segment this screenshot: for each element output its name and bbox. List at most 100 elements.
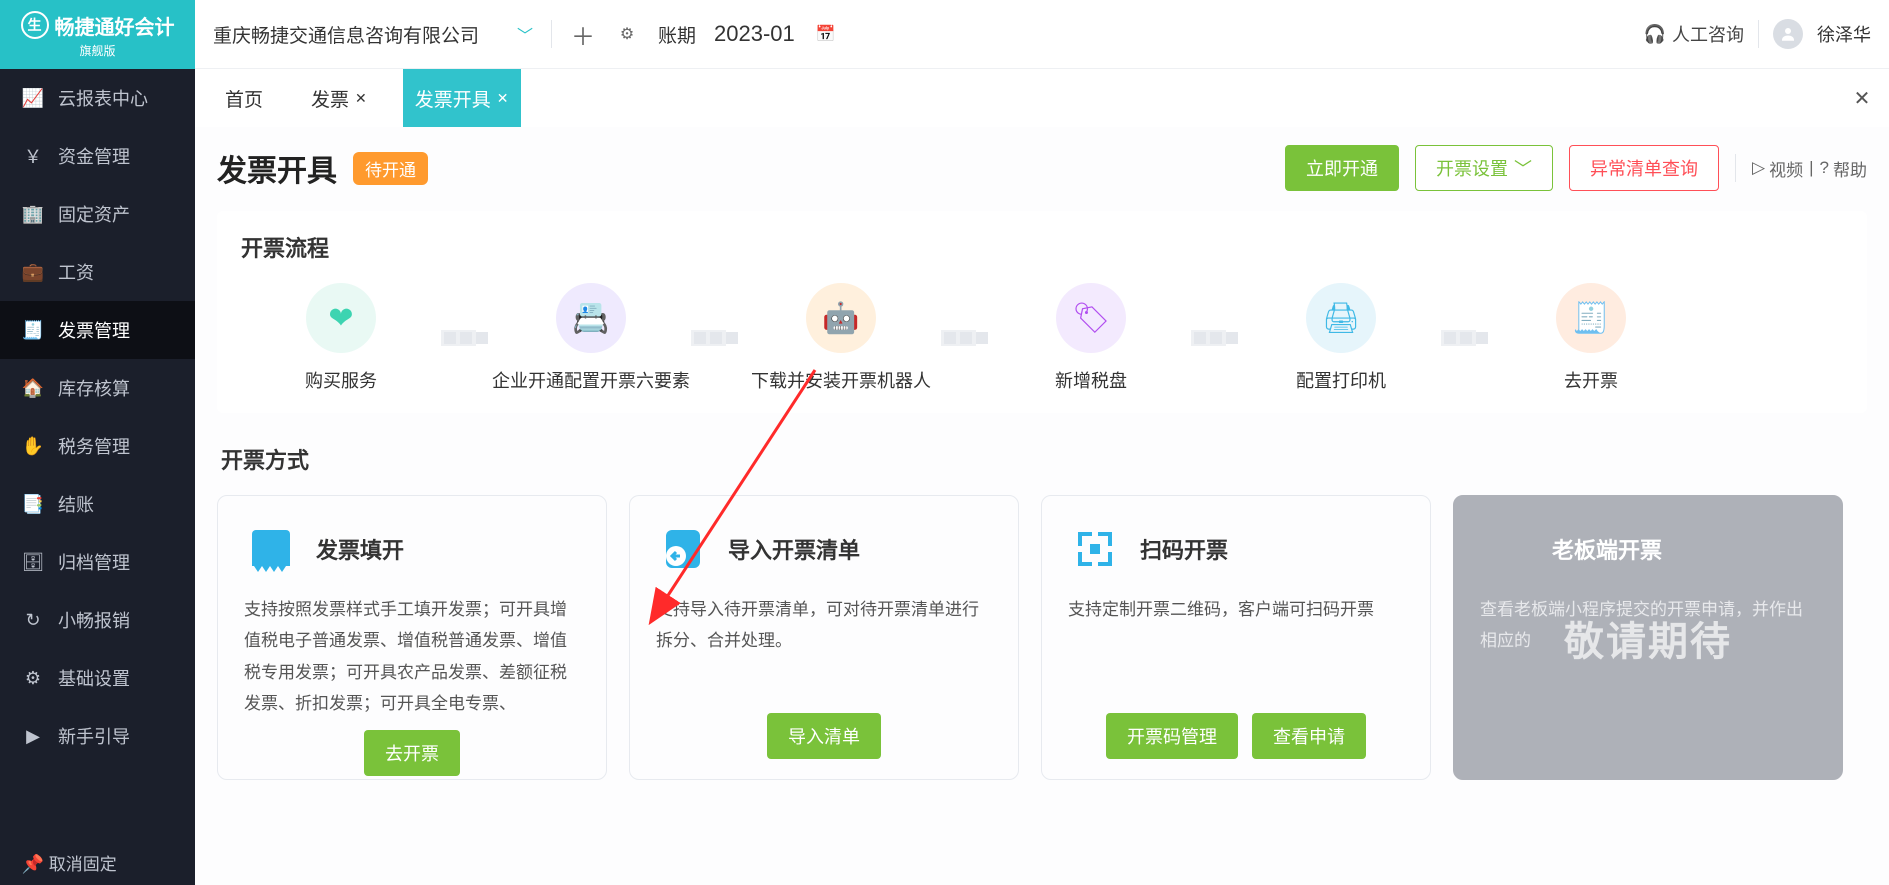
sidebar-item-archive[interactable]: 🗄归档管理 xyxy=(0,533,195,591)
sidebar-item-expense[interactable]: ↻ 小畅报销 xyxy=(0,591,195,649)
step-label: 购买服务 xyxy=(305,367,377,393)
sidebar-item-settings[interactable]: ⚙基础设置 xyxy=(0,649,195,707)
chevron-down-icon: ﹀ xyxy=(1514,155,1532,181)
sidebar-item-fixed-assets[interactable]: 🏢 固定资产 xyxy=(0,185,195,243)
play-icon: ▶ xyxy=(22,725,44,747)
flow-step[interactable]: ❤ 购买服务 xyxy=(241,283,441,393)
sidebar-item-guide[interactable]: ▶ 新手引导 xyxy=(0,707,195,765)
wallet-icon: 💼 xyxy=(22,261,44,283)
sidebar-item-label: 小畅报销 xyxy=(58,607,130,633)
refresh-icon: ↻ xyxy=(22,609,44,631)
step-label: 下载并安装开票机器人 xyxy=(751,367,931,393)
button-label: 开票设置 xyxy=(1436,155,1508,181)
sidebar-item-label: 归档管理 xyxy=(58,549,130,575)
sidebar-item-invoice[interactable]: 🧾发票管理 xyxy=(0,301,195,359)
card-icon xyxy=(244,522,298,576)
support-link[interactable]: 🎧 人工咨询 xyxy=(1644,21,1744,47)
overlay-text: 敬请期待 xyxy=(1564,609,1732,667)
user-name[interactable]: 徐泽华 xyxy=(1817,21,1871,47)
period-value: 2023-01 xyxy=(714,21,795,47)
headset-icon: 🎧 xyxy=(1644,24,1666,45)
avatar[interactable] xyxy=(1773,19,1803,49)
flow-step[interactable]: 🧾 去开票 xyxy=(1491,283,1691,393)
sidebar-item-label: 工资 xyxy=(58,259,94,285)
company-select[interactable]: 重庆畅捷交通信息咨询有限公司 ﹀ xyxy=(213,21,533,48)
tabs: 首页 发票 ✕ 发票开具 ✕ ✕ xyxy=(195,69,1889,127)
flow-step[interactable]: 🤖 下载并安装开票机器人 xyxy=(741,283,941,393)
step-separator xyxy=(691,330,741,346)
meta-label: 视频 xyxy=(1769,156,1803,181)
card-icon xyxy=(1068,522,1122,576)
period-label: 账期 xyxy=(658,21,696,48)
tab-invoice[interactable]: 发票 ✕ xyxy=(299,69,379,127)
sidebar-item-label: 库存核算 xyxy=(58,375,130,401)
step-icon: 🤖 xyxy=(806,283,876,353)
sidebar-item-label: 资金管理 xyxy=(58,143,130,169)
card-action-button[interactable]: 去开票 xyxy=(364,730,460,776)
close-icon[interactable]: ✕ xyxy=(497,90,509,107)
help-link[interactable]: ?帮助 xyxy=(1820,156,1867,181)
flow-step[interactable]: 📇 企业开通配置开票六要素 xyxy=(491,283,691,393)
card-action-button[interactable]: 导入清单 xyxy=(767,713,881,759)
card-action-button[interactable]: 查看申请 xyxy=(1252,713,1366,759)
tab-home[interactable]: 首页 xyxy=(213,69,275,127)
open-now-button[interactable]: 立即开通 xyxy=(1285,145,1399,191)
company-name: 重庆畅捷交通信息咨询有限公司 xyxy=(213,21,479,48)
step-icon: 🖨 xyxy=(1306,283,1376,353)
add-icon[interactable]: ＋ xyxy=(570,21,596,47)
step-separator xyxy=(441,330,491,346)
flow-step[interactable]: 🏷 新增税盘 xyxy=(991,283,1191,393)
play-circle-icon: ▷ xyxy=(1752,158,1765,178)
calendar-icon[interactable]: 📅 xyxy=(813,21,839,47)
chevron-down-icon: ﹀ xyxy=(517,22,533,46)
card-action-button[interactable]: 开票码管理 xyxy=(1106,713,1238,759)
tax-icon: ✋ xyxy=(22,435,44,457)
invoice-settings-button[interactable]: 开票设置﹀ xyxy=(1415,145,1553,191)
sidebar-item-close[interactable]: 📑 结账 xyxy=(0,475,195,533)
pin-icon: 📌 xyxy=(22,853,44,875)
money-icon: ￥ xyxy=(22,145,44,167)
flow-title: 开票流程 xyxy=(241,231,1843,263)
card-desc: 支持按照发票样式手工填开发票；可开具增值税电子普通发票、增值税普通发票、增值税专… xyxy=(244,594,580,720)
brand-name: 畅捷通好会计 xyxy=(55,11,175,40)
page-head: 发票开具 待开通 立即开通 开票设置﹀ 异常清单查询 ▷视频 | ?帮助 xyxy=(195,127,1889,201)
lock-icon: 📑 xyxy=(22,493,44,515)
sidebar-item-label: 新手引导 xyxy=(58,723,130,749)
tab-label: 首页 xyxy=(225,85,263,112)
sidebar-item-inventory[interactable]: 🏠 库存核算 xyxy=(0,359,195,417)
sidebar: 生 畅捷通好会计 旗舰版 📈云报表中心 ￥ 资金管理 🏢 固定资产 💼 工资 🧾发票管… xyxy=(0,0,195,885)
brand: 生 畅捷通好会计 旗舰版 xyxy=(0,0,195,69)
step-icon: 📇 xyxy=(556,283,626,353)
step-label: 配置打印机 xyxy=(1296,367,1386,393)
invoice-icon: 🧾 xyxy=(22,319,44,341)
flow-section: 开票流程 ❤ 购买服务 📇 企业开通配置开票六要素 🤖 下载并安装开票机器人 🏷… xyxy=(217,211,1867,413)
sidebar-item-label: 固定资产 xyxy=(58,201,130,227)
flow-step[interactable]: 🖨 配置打印机 xyxy=(1241,283,1441,393)
tab-invoice-issue[interactable]: 发票开具 ✕ xyxy=(403,69,521,127)
sidebar-item-report-center[interactable]: 📈云报表中心 xyxy=(0,69,195,127)
sidebar-item-label: 结账 xyxy=(58,491,94,517)
sidebar-pin-toggle[interactable]: 📌 取消固定 xyxy=(0,840,195,885)
tab-label: 发票开具 xyxy=(415,85,491,112)
brand-edition: 旗舰版 xyxy=(79,42,115,59)
building-icon: 🏢 xyxy=(22,203,44,225)
warehouse-icon: 🏠 xyxy=(22,377,44,399)
sidebar-item-tax[interactable]: ✋税务管理 xyxy=(0,417,195,475)
card-title: 老板端开票 xyxy=(1552,533,1662,565)
sidebar-item-salary[interactable]: 💼 工资 xyxy=(0,243,195,301)
close-icon[interactable]: ✕ xyxy=(355,90,367,107)
tabs-close-all[interactable]: ✕ xyxy=(1845,81,1879,115)
video-link[interactable]: ▷视频 xyxy=(1752,156,1803,181)
divider xyxy=(1758,20,1759,48)
gear-icon[interactable]: ⚙ xyxy=(614,21,640,47)
exception-list-button[interactable]: 异常清单查询 xyxy=(1569,145,1719,191)
card-desc: 支持定制开票二维码，客户端可扫码开票 xyxy=(1068,594,1404,703)
step-label: 去开票 xyxy=(1564,367,1618,393)
meta-label: 帮助 xyxy=(1833,156,1867,181)
tab-label: 发票 xyxy=(311,85,349,112)
gear-icon: ⚙ xyxy=(22,667,44,689)
status-badge: 待开通 xyxy=(353,152,428,185)
mode-card: 导入开票清单 支持导入待开票清单，可对待开票清单进行拆分、合并处理。 导入清单 xyxy=(629,495,1019,780)
content: 发票开具 待开通 立即开通 开票设置﹀ 异常清单查询 ▷视频 | ?帮助 开票流… xyxy=(195,127,1889,885)
sidebar-item-funds[interactable]: ￥ 资金管理 xyxy=(0,127,195,185)
